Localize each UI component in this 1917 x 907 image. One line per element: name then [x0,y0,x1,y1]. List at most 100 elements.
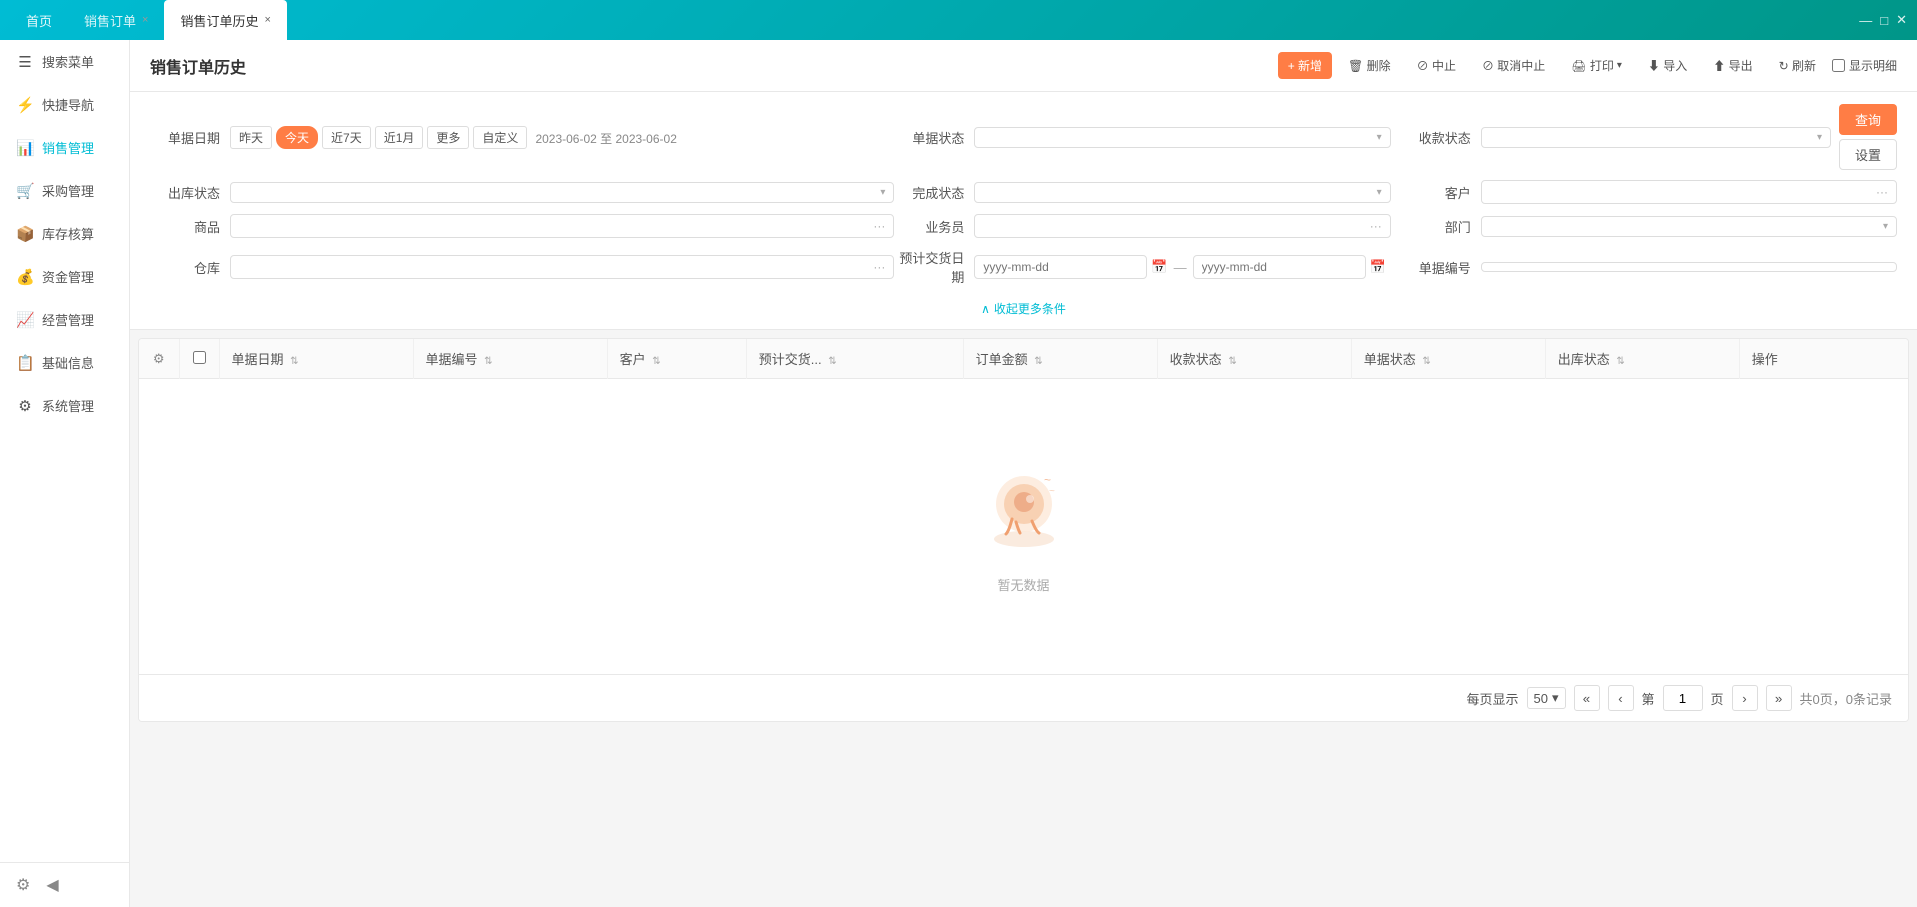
th-amount-sort-icon[interactable]: ⇅ [1034,356,1042,367]
customer-select[interactable]: ··· [1481,180,1897,204]
sidebar-item-quick-nav[interactable]: ⚡ 快捷导航 [0,83,129,126]
tab-sales-order-close[interactable]: × [142,14,148,26]
salesperson-filter-label: 业务员 [894,217,974,236]
sidebar-item-search[interactable]: ☰ 搜索菜单 [0,40,129,83]
display-toggle[interactable]: 显示明细 [1832,57,1897,74]
page-total: 共0页，0条记录 [1800,689,1892,708]
estimated-delivery-end[interactable] [1193,255,1366,279]
status-select[interactable]: ▾ [974,127,1390,148]
query-button[interactable]: 查询 [1839,104,1897,135]
date-btn-more[interactable]: 更多 [427,126,469,149]
calendar-end-icon[interactable]: 📅 [1370,259,1386,275]
calendar-start-icon[interactable]: 📅 [1151,259,1167,275]
collapse-filter-button[interactable]: ∧ 收起更多条件 [150,296,1897,321]
salesperson-select[interactable]: ··· [974,214,1390,238]
th-action: 操作 [1739,339,1908,379]
th-payment-sort-icon[interactable]: ⇅ [1228,356,1236,367]
date-dash: — [1174,260,1187,275]
warehouse-select[interactable]: ··· [230,255,894,279]
sidebar-item-inventory[interactable]: 📦 库存核算 [0,212,129,255]
estimated-delivery-start[interactable] [974,255,1147,279]
date-btn-1month[interactable]: 近1月 [375,126,424,149]
th-doc-status-sort-icon[interactable]: ⇅ [1422,356,1430,367]
estimated-delivery-label: 预计交货日期 [894,248,974,286]
warehouse-more-icon[interactable]: ··· [873,260,885,274]
first-page-btn[interactable]: « [1574,685,1600,711]
collapse-label: 收起更多条件 [994,300,1066,317]
th-number-sort-icon[interactable]: ⇅ [484,356,492,367]
delivery-arrow-icon: ▾ [880,187,885,198]
salesperson-more-icon[interactable]: ··· [1370,219,1382,233]
warehouse-filter-label: 仓库 [150,258,230,277]
window-minimize-btn[interactable]: — [1859,13,1872,28]
delete-button[interactable]: 🗑 删除 [1338,52,1401,79]
th-amount-label: 订单金额 [976,352,1028,367]
th-out-status-sort-icon[interactable]: ⇅ [1616,356,1624,367]
export-button[interactable]: ⬆ 导出 [1703,52,1762,79]
order-number-input[interactable] [1481,262,1897,272]
sidebar-collapse-icon[interactable]: ◀ [46,875,58,895]
filter-status-segment: 单据状态 ▾ [894,127,1390,148]
tab-sales-order-history-close[interactable]: × [264,14,270,26]
next-page-btn[interactable]: › [1732,685,1758,711]
delivery-select[interactable]: ▾ [230,182,894,203]
page-number-input[interactable]: 1 [1663,685,1703,711]
date-btn-today[interactable]: 今天 [276,126,318,149]
select-all-checkbox[interactable] [193,351,206,364]
settings-button[interactable]: 设置 [1839,139,1897,170]
filter-area: 单据日期 昨天 今天 近7天 近1月 更多 自定义 2023-06-02 至 2… [130,92,1917,330]
department-select[interactable]: ▾ [1481,216,1897,237]
sidebar-item-finance[interactable]: 💰 资金管理 [0,255,129,298]
filter-row-2: 出库状态 ▾ 完成状态 ▾ 客户 [150,180,1897,204]
filter-completion-segment: 完成状态 ▾ [894,182,1390,203]
date-range-display: 2023-06-02 至 2023-06-02 [535,130,676,147]
payment-select[interactable]: ▾ [1481,127,1831,148]
goods-more-icon[interactable]: ··· [873,219,885,233]
print-button[interactable]: 🖨 打印 ▾ [1561,52,1632,79]
sidebar-item-operations[interactable]: 📈 经营管理 [0,298,129,341]
window-close-btn[interactable]: ✕ [1896,12,1907,28]
tab-sales-order[interactable]: 销售订单 × [68,0,164,40]
department-filter-label: 部门 [1401,217,1481,236]
date-shortcuts: 昨天 今天 近7天 近1月 更多 自定义 [230,126,527,149]
sidebar-item-purchase[interactable]: 🛒 采购管理 [0,169,129,212]
sidebar-item-sales[interactable]: 📊 销售管理 [0,126,129,169]
sidebar-item-base-info-label: 基础信息 [42,353,94,372]
print-dropdown-icon[interactable]: ▾ [1617,60,1622,71]
import-button[interactable]: ⬇ 导入 [1638,52,1697,79]
th-customer-sort-icon[interactable]: ⇅ [652,356,660,367]
date-btn-custom[interactable]: 自定义 [473,126,527,149]
th-number-label: 单据编号 [426,352,478,367]
prev-page-btn[interactable]: ‹ [1608,685,1634,711]
last-page-btn[interactable]: » [1766,685,1792,711]
table-settings-icon[interactable]: ⚙ [153,351,165,366]
filter-payment-segment: 收款状态 ▾ 查询 设置 [1401,104,1897,170]
th-date-sort-icon[interactable]: ⇅ [290,356,298,367]
completion-select[interactable]: ▾ [974,182,1390,203]
refresh-button[interactable]: ↻ 刷新 [1769,52,1826,79]
quick-nav-icon: ⚡ [16,96,34,114]
dept-arrow-icon: ▾ [1883,221,1888,232]
goods-select[interactable]: ··· [230,214,894,238]
window-maximize-btn[interactable]: □ [1880,13,1888,28]
sidebar-item-base-info[interactable]: 📋 基础信息 [0,341,129,384]
tab-sales-order-history[interactable]: 销售订单历史 × [164,0,286,40]
filter-estimated-delivery-segment: 预计交货日期 📅 — 📅 [894,248,1390,286]
main-content: 销售订单历史 + 新增 🗑 删除 ⊘ 中止 ⊘ 取消中止 🖨 打印 ▾ ⬇ 导入… [130,40,1917,907]
date-btn-7days[interactable]: 近7天 [322,126,371,149]
toolbar: + 新增 🗑 删除 ⊘ 中止 ⊘ 取消中止 🖨 打印 ▾ ⬇ 导入 ⬆ 导出 ↻… [1278,52,1897,79]
page-size-select[interactable]: 50 ▾ [1527,687,1566,709]
new-button[interactable]: + 新增 [1278,52,1332,79]
completion-filter-label: 完成状态 [894,183,974,202]
sidebar-item-system[interactable]: ⚙ 系统管理 [0,384,129,427]
date-btn-yesterday[interactable]: 昨天 [230,126,272,149]
stop-button[interactable]: ⊘ 中止 [1407,52,1466,79]
sidebar-settings-icon[interactable]: ⚙ [16,875,30,895]
customer-more-icon[interactable]: ··· [1876,185,1888,199]
sidebar-item-purchase-label: 采购管理 [42,181,94,200]
display-toggle-checkbox[interactable] [1832,59,1845,72]
tab-home[interactable]: 首页 [10,0,68,40]
cancel-stop-button[interactable]: ⊘ 取消中止 [1472,52,1555,79]
page-size-value: 50 [1534,691,1548,706]
th-delivery-sort-icon[interactable]: ⇅ [828,356,836,367]
